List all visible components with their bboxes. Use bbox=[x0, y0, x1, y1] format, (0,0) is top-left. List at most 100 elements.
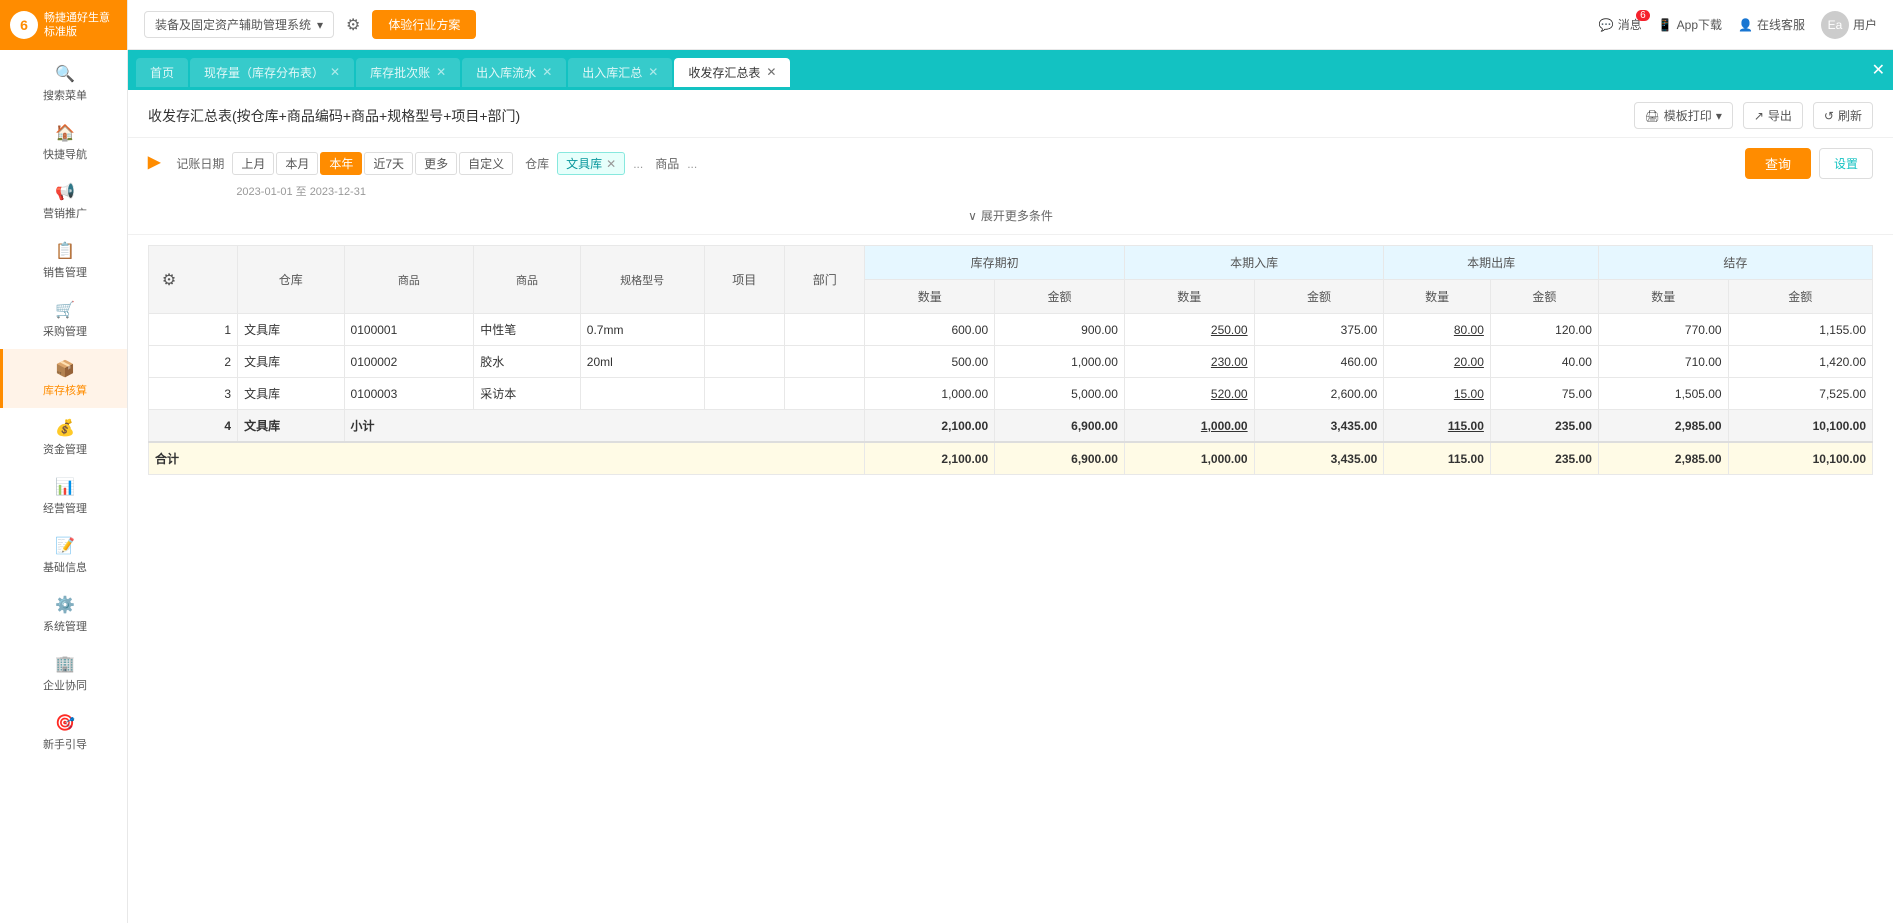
expand-more-button[interactable]: ∨ 展开更多条件 bbox=[968, 207, 1053, 224]
tab-collect-summary[interactable]: 收发存汇总表 ✕ bbox=[674, 58, 790, 87]
avatar: Ea bbox=[1821, 11, 1849, 39]
data-table: ⚙ 仓库 商品 商品 规格型号 项目 部门 库存期初 本期入库 本期出库 结存 bbox=[148, 245, 1873, 475]
col-in-amt: 金额 bbox=[1254, 280, 1384, 314]
tab-close-icon[interactable]: ✕ bbox=[330, 65, 340, 79]
goods-label: 商品 bbox=[655, 155, 679, 172]
settings-icon[interactable]: ⚙ bbox=[346, 15, 360, 35]
warehouse-tag-close[interactable]: ✕ bbox=[606, 157, 616, 171]
row-in-qty[interactable]: 250.00 bbox=[1124, 314, 1254, 346]
tab-batch-ledger[interactable]: 库存批次账 ✕ bbox=[356, 58, 460, 87]
tab-close-icon[interactable]: ✕ bbox=[648, 65, 658, 79]
row-open-qty: 500.00 bbox=[865, 346, 995, 378]
subtotal-in-qty[interactable]: 1,000.00 bbox=[1124, 410, 1254, 443]
system-selector[interactable]: 装备及固定资产辅助管理系统 ▾ bbox=[144, 11, 334, 38]
sidebar-item-label: 采购管理 bbox=[43, 323, 87, 339]
table-footer: 合计 2,100.00 6,900.00 1,000.00 3,435.00 1… bbox=[149, 442, 1873, 475]
operations-icon: 📊 bbox=[55, 477, 75, 497]
home-icon: 🏠 bbox=[55, 123, 75, 143]
row-in-amt: 2,600.00 bbox=[1254, 378, 1384, 410]
topbar-actions: 💬 消息 6 📱 App下载 👤 在线客服 Ea 用户 bbox=[1599, 11, 1877, 39]
sidebar-item-finance[interactable]: 💰 资金管理 bbox=[0, 408, 127, 467]
tab-home[interactable]: 首页 bbox=[136, 58, 188, 87]
tab-flow[interactable]: 出入库流水 ✕ bbox=[462, 58, 566, 87]
warehouse-ellipsis[interactable]: ... bbox=[633, 157, 643, 171]
baseinfo-icon: 📝 bbox=[55, 536, 75, 556]
sidebar: 6 畅捷通好生意 标准版 🔍 搜索菜单 🏠 快捷导航 📢 营销推广 📋 销售管理… bbox=[0, 0, 128, 923]
export-button[interactable]: ↗ 导出 bbox=[1743, 102, 1803, 129]
row-goods-spec: 20ml bbox=[580, 346, 704, 378]
user-action[interactable]: Ea 用户 bbox=[1821, 11, 1877, 39]
sidebar-item-enterprise[interactable]: 🏢 企业协同 bbox=[0, 644, 127, 703]
tab-close-icon[interactable]: ✕ bbox=[766, 65, 776, 79]
app-download-label: App下载 bbox=[1677, 16, 1722, 33]
marketing-icon: 📢 bbox=[55, 182, 75, 202]
row-in-qty[interactable]: 520.00 bbox=[1124, 378, 1254, 410]
tab-close-icon[interactable]: ✕ bbox=[542, 65, 552, 79]
sidebar-item-inventory[interactable]: 📦 库存核算 bbox=[0, 349, 127, 408]
row-out-qty[interactable]: 15.00 bbox=[1384, 378, 1491, 410]
row-no: 2 bbox=[149, 346, 238, 378]
warehouse-label: 仓库 bbox=[525, 155, 549, 172]
row-project bbox=[704, 378, 784, 410]
row-out-qty[interactable]: 20.00 bbox=[1384, 346, 1491, 378]
tab-label: 库存批次账 bbox=[370, 64, 430, 81]
filter-toggle-button[interactable]: ▶ bbox=[148, 152, 160, 172]
row-out-amt: 75.00 bbox=[1490, 378, 1598, 410]
row-no: 1 bbox=[149, 314, 238, 346]
table-settings-icon[interactable]: ⚙ bbox=[155, 266, 183, 294]
date-btn-this-year[interactable]: 本年 bbox=[320, 152, 362, 175]
row-open-amt: 900.00 bbox=[995, 314, 1125, 346]
app-download-action[interactable]: 📱 App下载 bbox=[1658, 16, 1722, 33]
chevron-down-icon: ∨ bbox=[968, 209, 977, 223]
row-open-qty: 1,000.00 bbox=[865, 378, 995, 410]
tab-label: 首页 bbox=[150, 64, 174, 81]
col-closing-group: 结存 bbox=[1598, 246, 1872, 280]
tab-inventory-dist[interactable]: 现存量（库存分布表） ✕ bbox=[190, 58, 354, 87]
online-service-action[interactable]: 👤 在线客服 bbox=[1738, 16, 1805, 33]
goods-ellipsis[interactable]: ... bbox=[687, 157, 697, 171]
expand-label: 展开更多条件 bbox=[981, 207, 1053, 224]
message-action[interactable]: 💬 消息 6 bbox=[1599, 16, 1642, 33]
sidebar-item-system[interactable]: ⚙️ 系统管理 bbox=[0, 585, 127, 644]
page-header: 收发存汇总表(按仓库+商品编码+商品+规格型号+项目+部门) 🖨 模板打印 ▾ … bbox=[128, 90, 1893, 138]
tabs-close-all-button[interactable]: ✕ bbox=[1872, 60, 1885, 80]
date-btn-7days[interactable]: 近7天 bbox=[364, 152, 413, 175]
topbar: 装备及固定资产辅助管理系统 ▾ ⚙ 体验行业方案 💬 消息 6 📱 App下载 … bbox=[128, 0, 1893, 50]
sidebar-item-base-info[interactable]: 📝 基础信息 bbox=[0, 526, 127, 585]
sidebar-item-search[interactable]: 🔍 搜索菜单 bbox=[0, 54, 127, 113]
sidebar-item-sales[interactable]: 📋 销售管理 bbox=[0, 231, 127, 290]
date-btn-more[interactable]: 更多 bbox=[415, 152, 457, 175]
date-btn-this-month[interactable]: 本月 bbox=[276, 152, 318, 175]
query-button[interactable]: 查询 bbox=[1745, 148, 1811, 179]
sidebar-nav: 🔍 搜索菜单 🏠 快捷导航 📢 营销推广 📋 销售管理 🛒 采购管理 📦 库存核… bbox=[0, 50, 127, 923]
table-header-row: ⚙ 仓库 商品 商品 规格型号 项目 部门 库存期初 本期入库 本期出库 结存 bbox=[149, 246, 1873, 280]
tab-label: 现存量（库存分布表） bbox=[204, 64, 324, 81]
print-button[interactable]: 🖨 模板打印 ▾ bbox=[1634, 102, 1733, 129]
tab-label: 出入库汇总 bbox=[582, 64, 642, 81]
tab-close-icon[interactable]: ✕ bbox=[436, 65, 446, 79]
sidebar-item-purchase[interactable]: 🛒 采购管理 bbox=[0, 290, 127, 349]
row-in-amt: 375.00 bbox=[1254, 314, 1384, 346]
subtotal-open-qty: 2,100.00 bbox=[865, 410, 995, 443]
sidebar-item-guide[interactable]: 🎯 新手引导 bbox=[0, 703, 127, 762]
table-container: ⚙ 仓库 商品 商品 规格型号 项目 部门 库存期初 本期入库 本期出库 结存 bbox=[128, 235, 1893, 923]
sidebar-item-marketing[interactable]: 📢 营销推广 bbox=[0, 172, 127, 231]
table-row: 3 文具库 0100003 采访本 1,000.00 5,000.00 520.… bbox=[149, 378, 1873, 410]
date-btn-custom[interactable]: 自定义 bbox=[459, 152, 513, 175]
date-btn-last-month[interactable]: 上月 bbox=[232, 152, 274, 175]
page-title: 收发存汇总表(按仓库+商品编码+商品+规格型号+项目+部门) bbox=[148, 106, 520, 126]
total-in-amt: 3,435.00 bbox=[1254, 442, 1384, 475]
subtotal-out-qty[interactable]: 115.00 bbox=[1384, 410, 1491, 443]
col-opening-group: 库存期初 bbox=[865, 246, 1124, 280]
sidebar-item-quick-nav[interactable]: 🏠 快捷导航 bbox=[0, 113, 127, 172]
demo-button[interactable]: 体验行业方案 bbox=[372, 10, 476, 39]
goods-filter-section: 商品 ... bbox=[655, 155, 697, 172]
settings-button[interactable]: 设置 bbox=[1819, 148, 1873, 179]
row-out-qty[interactable]: 80.00 bbox=[1384, 314, 1491, 346]
refresh-button[interactable]: ↺ 刷新 bbox=[1813, 102, 1873, 129]
row-in-amt: 460.00 bbox=[1254, 346, 1384, 378]
row-in-qty[interactable]: 230.00 bbox=[1124, 346, 1254, 378]
tab-summary[interactable]: 出入库汇总 ✕ bbox=[568, 58, 672, 87]
sidebar-item-operations[interactable]: 📊 经营管理 bbox=[0, 467, 127, 526]
row-goods-code: 0100002 bbox=[344, 346, 474, 378]
